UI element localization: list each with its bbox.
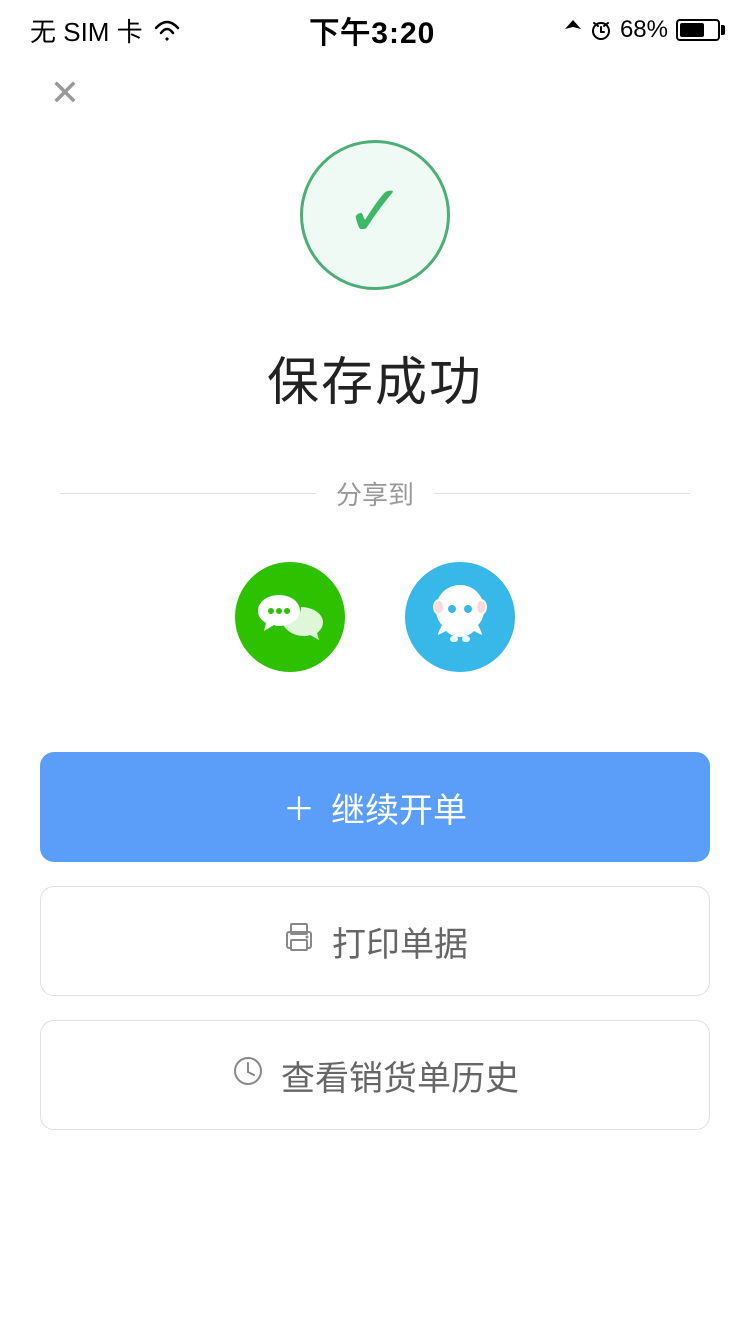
share-qq-button[interactable]	[405, 562, 515, 672]
qq-icon	[428, 581, 492, 653]
close-button[interactable]: ✕	[40, 68, 90, 118]
time-display: 下午3:20	[309, 8, 435, 52]
wechat-icon	[257, 589, 323, 645]
carrier-label: 无 SIM 卡	[30, 12, 143, 49]
close-icon: ✕	[50, 75, 80, 111]
plus-icon: ＋	[283, 784, 315, 830]
share-icons-row	[235, 562, 515, 672]
main-content: ✓ 保存成功 分享到	[0, 60, 750, 1130]
print-button[interactable]: 打印单据	[40, 886, 710, 996]
status-bar: 无 SIM 卡 下午3:20 68%	[0, 0, 750, 60]
success-circle: ✓	[300, 140, 450, 290]
continue-order-label: 继续开单	[331, 783, 467, 832]
clock-icon	[231, 1054, 265, 1096]
share-label: 分享到	[336, 475, 414, 512]
checkmark-icon: ✓	[345, 176, 405, 248]
printer-icon	[282, 920, 316, 962]
battery-fill	[680, 23, 704, 37]
share-wechat-button[interactable]	[235, 562, 345, 672]
history-label: 查看销货单历史	[281, 1051, 519, 1100]
divider-line-left	[60, 493, 316, 494]
action-buttons: ＋ 继续开单 打印单据	[0, 752, 750, 1130]
battery-indicator	[676, 19, 720, 41]
success-title: 保存成功	[267, 340, 483, 415]
continue-order-button[interactable]: ＋ 继续开单	[40, 752, 710, 862]
divider-line-right	[434, 493, 690, 494]
location-icon	[564, 19, 582, 41]
wifi-icon	[153, 19, 181, 41]
print-label: 打印单据	[332, 917, 468, 966]
battery-percent: 68%	[620, 16, 668, 44]
view-history-button[interactable]: 查看销货单历史	[40, 1020, 710, 1130]
status-right: 68%	[564, 16, 720, 44]
status-left: 无 SIM 卡	[30, 12, 181, 49]
share-divider: 分享到	[0, 475, 750, 512]
alarm-icon	[590, 19, 612, 41]
